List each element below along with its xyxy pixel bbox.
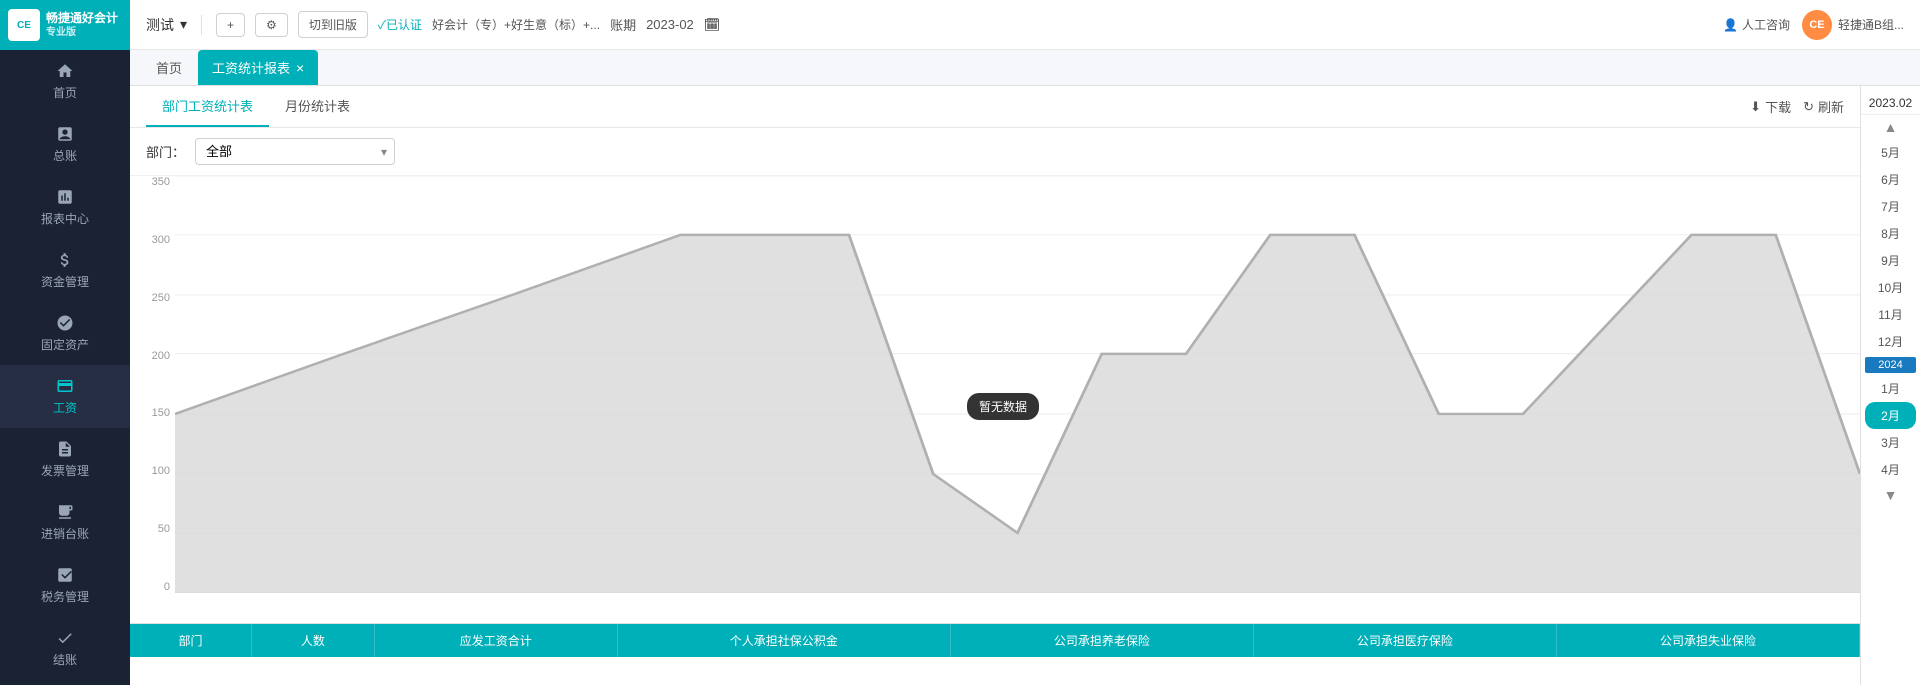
date-month-11[interactable]: 11月 — [1861, 301, 1920, 328]
filter-row: 部门： 全部 部门一 部门二 部门三 — [130, 128, 1860, 176]
center-panel: 部门工资统计表 月份统计表 ⬇ 下载 ↻ 刷新 — [130, 86, 1860, 685]
sub-tab-department[interactable]: 部门工资统计表 — [146, 86, 269, 127]
tab-payroll-report[interactable]: 工资统计报表 × — [198, 50, 318, 85]
col-company-pension: 公司承担养老保险 — [950, 624, 1253, 657]
switch-mode-button[interactable]: 切到旧版 — [298, 11, 368, 38]
date-month-8[interactable]: 8月 — [1861, 220, 1920, 247]
refresh-icon: ↻ — [1803, 99, 1814, 115]
sidebar-nav: 首页 总账 报表中心 资金管理 固定资产 工资 发票管理 进销台账 — [0, 50, 130, 685]
y-label-300: 300 — [130, 234, 175, 246]
date-month-2-active[interactable]: 2月 — [1865, 402, 1916, 429]
y-axis-labels: 0 50 100 150 200 250 300 350 — [130, 176, 175, 593]
y-label-200: 200 — [130, 350, 175, 362]
date-month-5[interactable]: 5月 — [1861, 139, 1920, 166]
refresh-button[interactable]: ↻ 刷新 — [1803, 97, 1844, 116]
sub-tab-monthly[interactable]: 月份统计表 — [269, 86, 366, 127]
period-value: 2023-02 — [646, 17, 694, 32]
sub-tabs-right: ⬇ 下载 ↻ 刷新 — [1750, 97, 1844, 116]
date-prev-button[interactable]: ▲ — [1861, 115, 1920, 139]
chart-area: 0 50 100 150 200 250 300 350 — [130, 176, 1860, 623]
logo-text: 畅捷通好会计 专业版 — [46, 11, 118, 40]
account-badges: 好会计（专）+好生意（标）+... — [432, 16, 600, 33]
y-label-0: 0 — [130, 581, 175, 593]
chart-svg — [175, 176, 1860, 593]
calendar-icon[interactable]: 🗓 — [704, 17, 721, 33]
sidebar-item-invoices[interactable]: 发票管理 — [0, 428, 130, 491]
divider — [201, 15, 202, 35]
page-content: 部门工资统计表 月份统计表 ⬇ 下载 ↻ 刷新 — [130, 86, 1920, 685]
y-label-100: 100 — [130, 465, 175, 477]
col-group-personal: 个人承担社保公积金 — [617, 624, 950, 657]
user-avatar: CE — [1802, 10, 1832, 40]
certified-badge: ✓已认证 — [378, 16, 422, 33]
payroll-table: 部门 人数 应发工资合计 个人承担社保公积金 公司承担养老保险 公司承担医疗保险… — [130, 624, 1860, 657]
date-month-7[interactable]: 7月 — [1861, 193, 1920, 220]
date-month-10[interactable]: 10月 — [1861, 274, 1920, 301]
date-month-6[interactable]: 6月 — [1861, 166, 1920, 193]
date-year-badge: 2024 — [1865, 357, 1916, 373]
sidebar-item-reports[interactable]: 报表中心 — [0, 176, 130, 239]
download-button[interactable]: ⬇ 下载 — [1750, 97, 1791, 116]
col-department: 部门 — [130, 624, 251, 657]
col-company-medical: 公司承担医疗保险 — [1253, 624, 1556, 657]
sidebar-item-fixed-assets[interactable]: 固定资产 — [0, 302, 130, 365]
date-next-button[interactable]: ▼ — [1861, 483, 1920, 507]
bottom-table: 部门 人数 应发工资合计 个人承担社保公积金 公司承担养老保险 公司承担医疗保险… — [130, 623, 1860, 685]
col-company-unemployment: 公司承担失业保险 — [1556, 624, 1859, 657]
y-label-150: 150 — [130, 407, 175, 419]
period-label: 账期 — [610, 15, 636, 34]
dropdown-icon: ▾ — [180, 16, 187, 33]
department-select[interactable]: 全部 部门一 部门二 部门三 — [195, 138, 395, 165]
date-month-9[interactable]: 9月 — [1861, 247, 1920, 274]
settings-button[interactable]: ⚙ — [255, 13, 288, 37]
sidebar-item-settlement[interactable]: 结账 — [0, 617, 130, 680]
department-filter-label: 部门： — [146, 142, 185, 161]
sidebar-item-home[interactable]: 首页 — [0, 50, 130, 113]
add-button[interactable]: + — [216, 13, 245, 37]
sidebar-item-funds[interactable]: 资金管理 — [0, 239, 130, 302]
sidebar-item-archive[interactable]: 归档管理 — [0, 680, 130, 685]
logo-icon: CE — [8, 9, 40, 41]
right-panel: 2023.02 ▲ 5月 6月 7月 8月 9月 10月 11月 12月 202… — [1860, 86, 1920, 685]
col-headcount: 人数 — [251, 624, 374, 657]
chart-svg-container: 暂无数据 — [175, 176, 1860, 593]
sub-tabs: 部门工资统计表 月份统计表 ⬇ 下载 ↻ 刷新 — [130, 86, 1860, 128]
tab-home[interactable]: 首页 — [140, 50, 198, 85]
topbar: 测试 ▾ + ⚙ 切到旧版 ✓已认证 好会计（专）+好生意（标）+... 账期 … — [130, 0, 1920, 50]
download-icon: ⬇ — [1750, 99, 1761, 115]
project-selector[interactable]: 测试 ▾ — [146, 15, 187, 35]
user-service-btn[interactable]: 👤 人工咨询 — [1723, 16, 1790, 33]
y-label-350: 350 — [130, 176, 175, 188]
date-month-3[interactable]: 3月 — [1861, 429, 1920, 456]
user-profile[interactable]: CE 轻捷通B组... — [1802, 10, 1904, 40]
date-month-12[interactable]: 12月 — [1861, 328, 1920, 355]
sidebar-item-payroll[interactable]: 工资 — [0, 365, 130, 428]
app-logo: CE 畅捷通好会计 专业版 — [0, 0, 130, 50]
date-month-1[interactable]: 1月 — [1861, 375, 1920, 402]
topbar-right: 👤 人工咨询 CE 轻捷通B组... — [1723, 10, 1904, 40]
tab-close-button[interactable]: × — [296, 61, 304, 75]
sub-tabs-left: 部门工资统计表 月份统计表 — [146, 86, 366, 127]
sidebar-item-sales[interactable]: 进销台账 — [0, 491, 130, 554]
date-year-display: 2023.02 — [1861, 92, 1920, 115]
department-select-wrapper: 全部 部门一 部门二 部门三 — [195, 138, 395, 165]
sidebar-item-tax[interactable]: 税务管理 — [0, 554, 130, 617]
date-month-4[interactable]: 4月 — [1861, 456, 1920, 483]
y-label-250: 250 — [130, 292, 175, 304]
sidebar: CE 畅捷通好会计 专业版 首页 总账 报表中心 资金管理 固定资产 — [0, 0, 130, 685]
main-content: 测试 ▾ + ⚙ 切到旧版 ✓已认证 好会计（专）+好生意（标）+... 账期 … — [130, 0, 1920, 685]
tabs-row: 首页 工资统计报表 × — [130, 50, 1920, 86]
sidebar-item-general-ledger[interactable]: 总账 — [0, 113, 130, 176]
y-label-50: 50 — [130, 523, 175, 535]
col-total-salary: 应发工资合计 — [374, 624, 617, 657]
